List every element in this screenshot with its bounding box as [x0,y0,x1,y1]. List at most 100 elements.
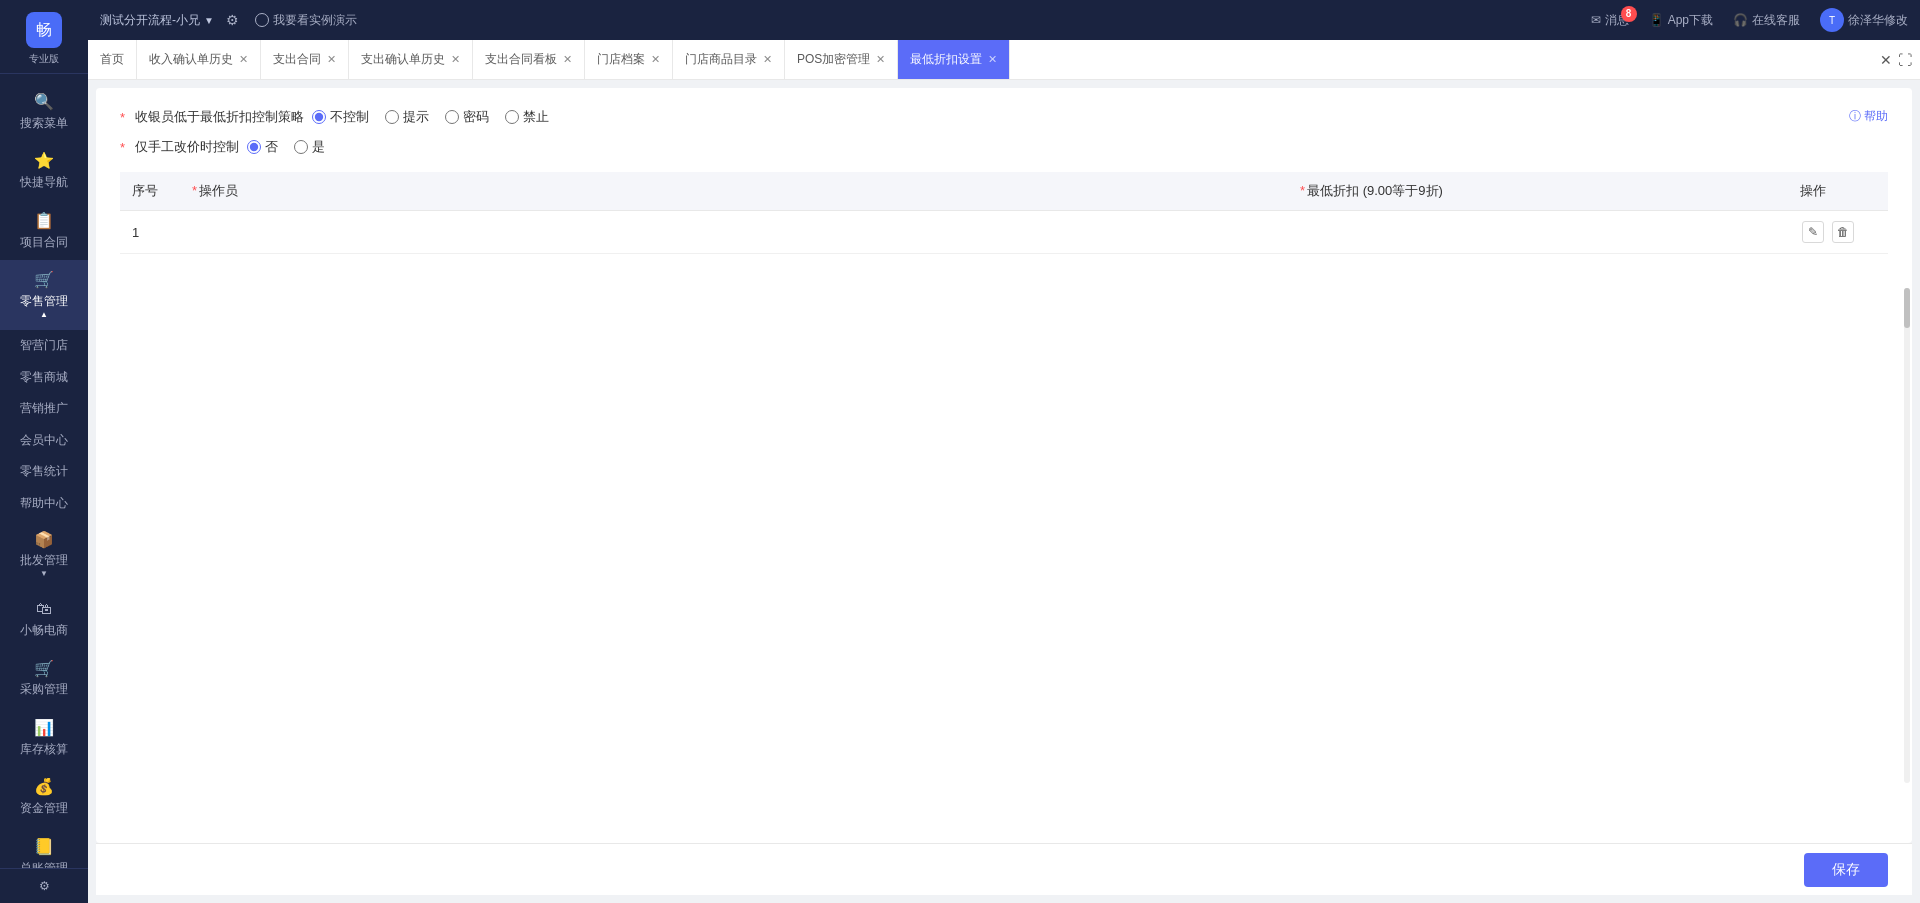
manual-price-label: 仅手工改价时控制 [135,138,239,156]
close-icon[interactable]: ✕ [327,54,336,65]
sidebar-item-search[interactable]: 🔍 搜索菜单 [0,82,88,141]
policy-password[interactable]: 密码 [445,108,489,126]
no-control-radio[interactable] [312,110,326,124]
forbid-label: 禁止 [523,108,549,126]
quicknav-icon: ⭐ [34,151,54,172]
tab-label: 最低折扣设置 [910,51,982,68]
forbid-radio[interactable] [505,110,519,124]
manual-yes[interactable]: 是 [294,138,325,156]
close-tab-btn[interactable]: ✕ [1880,52,1892,68]
save-button[interactable]: 保存 [1804,853,1888,887]
demo-label: 我要看实例演示 [273,12,357,29]
sidebar: 畅 专业版 🔍 搜索菜单 ⭐ 快捷导航 📋 项目合同 🛒 零售管理 ▲ 智营门店… [0,0,88,903]
cell-seq: 1 [120,211,180,254]
delete-row-btn[interactable]: 🗑 [1832,221,1854,243]
sidebar-item-help[interactable]: 帮助中心 [0,488,88,520]
close-icon[interactable]: ✕ [988,54,997,65]
inventory-icon: 📊 [34,718,54,739]
sidebar-item-ecommerce[interactable]: 🛍 小畅电商 [0,589,88,648]
tab-home[interactable]: 首页 [88,40,137,79]
settings-icon: ⚙ [39,879,50,893]
yes-label: 是 [312,138,325,156]
close-icon[interactable]: ✕ [563,54,572,65]
close-icon[interactable]: ✕ [451,54,460,65]
sidebar-item-inventory[interactable]: 📊 库存核算 [0,708,88,767]
close-icon[interactable]: ✕ [239,54,248,65]
cashier-policy-label: 收银员低于最低折扣控制策略 [135,108,304,126]
online-service-label: 在线客服 [1752,12,1800,29]
user-menu-btn[interactable]: T 徐泽华修改 [1820,8,1908,32]
sidebar-item-label: 营销推广 [20,401,68,417]
sidebar-item-ledger[interactable]: 📒 总账管理 [0,827,88,868]
sidebar-item-member[interactable]: 会员中心 [0,425,88,457]
ledger-icon: 📒 [34,837,54,858]
sidebar-item-contract[interactable]: 📋 项目合同 [0,201,88,260]
table-header-row: 序号 *操作员 *最低折扣 (9.00等于9折) 操作 [120,172,1888,211]
ecommerce-icon: 🛍 [36,599,52,620]
demo-link[interactable]: 我要看实例演示 [255,12,357,29]
fullscreen-btn[interactable]: ⛶ [1898,52,1912,68]
sidebar-item-purchase[interactable]: 🛒 采购管理 [0,649,88,708]
table-actions: ✎ 🗑 [1800,221,1876,243]
project-name: 测试分开流程-小兄 [100,12,200,29]
app-logo-text: 专业版 [29,52,59,65]
sidebar-item-batch[interactable]: 📦 批发管理 ▼ [0,520,88,590]
vertical-scrollbar[interactable] [1904,288,1910,783]
tab-expense-history[interactable]: 支出确认单历史 ✕ [349,40,473,79]
topbar-settings-btn[interactable]: ⚙ [226,12,239,28]
policy-no-control[interactable]: 不控制 [312,108,369,126]
tab-label: 支出合同看板 [485,51,557,68]
sidebar-item-label: 库存核算 [20,742,68,758]
policy-forbid[interactable]: 禁止 [505,108,549,126]
content-area: ⓘ 帮助 * 收银员低于最低折扣控制策略 不控制 提示 [96,88,1912,843]
notification-btn[interactable]: ✉ 消息 8 [1591,12,1629,29]
edit-row-btn[interactable]: ✎ [1802,221,1824,243]
tab-contract-board[interactable]: 支出合同看板 ✕ [473,40,585,79]
sidebar-item-label: 总账管理 [20,861,68,868]
manual-no[interactable]: 否 [247,138,278,156]
cell-operator [180,211,1288,254]
sidebar-item-retail-mall[interactable]: 零售商城 [0,362,88,394]
tab-pos-password[interactable]: POS加密管理 ✕ [785,40,898,79]
app-download-btn[interactable]: 📱 App下载 [1649,12,1713,29]
tab-label: 支出合同 [273,51,321,68]
topbar: 测试分开流程-小兄 ▼ ⚙ 我要看实例演示 ✉ 消息 8 📱 App下载 🎧 在… [88,0,1920,40]
tab-contract[interactable]: 支出合同 ✕ [261,40,349,79]
th-min-discount: *最低折扣 (9.00等于9折) [1288,172,1788,211]
tab-income-history[interactable]: 收入确认单历史 ✕ [137,40,261,79]
help-link[interactable]: ⓘ 帮助 [1849,108,1888,125]
remind-radio[interactable] [385,110,399,124]
no-control-label: 不控制 [330,108,369,126]
sidebar-item-quicknav[interactable]: ⭐ 快捷导航 [0,141,88,200]
sidebar-item-smart-store[interactable]: 智营门店 [0,330,88,362]
tab-store-archive[interactable]: 门店档案 ✕ [585,40,673,79]
manual-yes-radio[interactable] [294,140,308,154]
sidebar-item-label: 会员中心 [20,433,68,449]
finance-icon: 💰 [34,777,54,798]
sidebar-item-finance[interactable]: 💰 资金管理 [0,767,88,826]
demo-circle-icon [255,13,269,27]
help-icon: ⓘ [1849,108,1861,125]
settings-icon: ⚙ [226,12,239,28]
headset-icon: 🎧 [1733,13,1748,27]
password-radio[interactable] [445,110,459,124]
policy-remind[interactable]: 提示 [385,108,429,126]
close-icon[interactable]: ✕ [876,54,885,65]
sidebar-item-retail[interactable]: 🛒 零售管理 ▲ [0,260,88,330]
scrollbar-thumb [1904,288,1910,328]
sidebar-item-label: 零售管理 [20,294,68,310]
sidebar-item-label: 小畅电商 [20,623,68,639]
tabbar: 首页 收入确认单历史 ✕ 支出合同 ✕ 支出确认单历史 ✕ 支出合同看板 ✕ 门… [88,40,1920,80]
close-icon[interactable]: ✕ [651,54,660,65]
online-service-btn[interactable]: 🎧 在线客服 [1733,12,1800,29]
sidebar-item-marketing[interactable]: 营销推广 [0,393,88,425]
sidebar-item-retail-stats[interactable]: 零售统计 [0,456,88,488]
tab-label: 首页 [100,51,124,68]
tab-store-products[interactable]: 门店商品目录 ✕ [673,40,785,79]
required-indicator: * [120,110,125,125]
tab-min-discount[interactable]: 最低折扣设置 ✕ [898,40,1010,79]
close-icon[interactable]: ✕ [763,54,772,65]
sidebar-settings-btn[interactable]: ⚙ [0,868,88,903]
project-selector[interactable]: 测试分开流程-小兄 ▼ [100,12,214,29]
manual-no-radio[interactable] [247,140,261,154]
